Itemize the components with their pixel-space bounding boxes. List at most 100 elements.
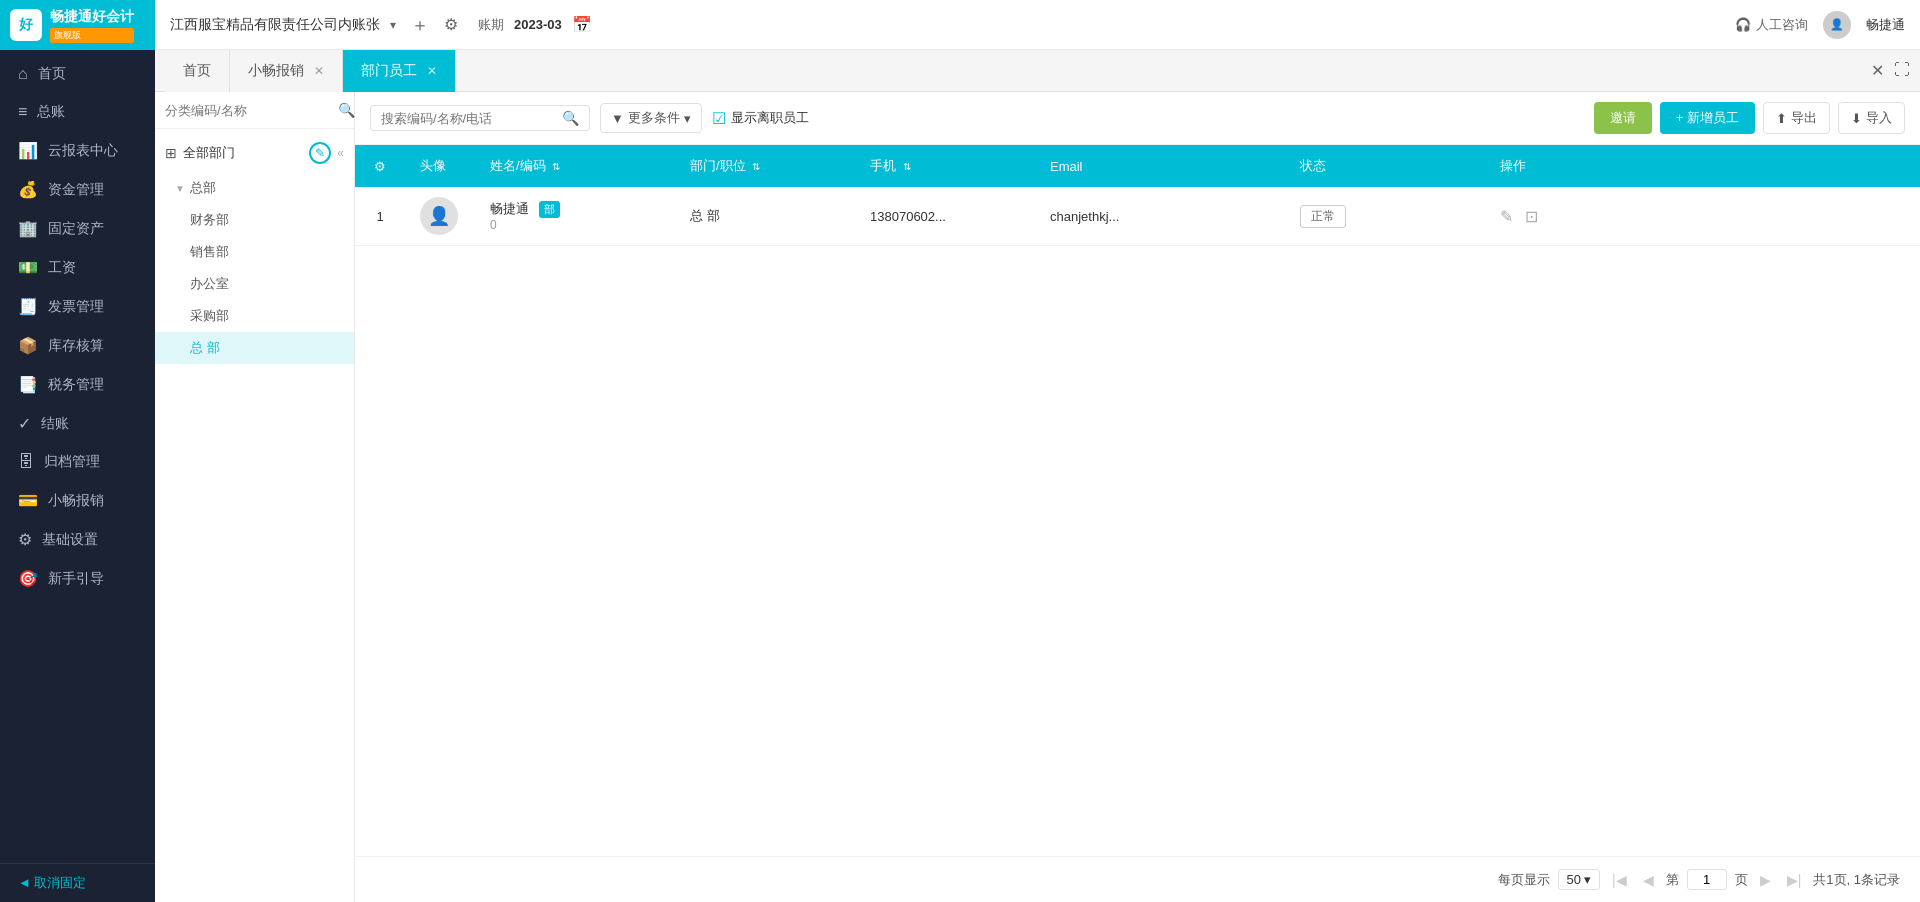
col-settings[interactable]: ⚙ (355, 145, 405, 187)
col-phone[interactable]: 手机 ⇅ (855, 145, 1035, 187)
sidebar-item-label: 小畅报销 (48, 492, 104, 510)
dept-node-general[interactable]: 总 部 (155, 332, 354, 364)
sort-name-icon: ⇅ (552, 161, 560, 172)
first-page-btn[interactable]: |◀ (1608, 870, 1631, 890)
sidebar-item-home[interactable]: ⌂ 首页 (0, 55, 155, 93)
settings-icon: ⚙ (18, 530, 32, 549)
tab-department-close[interactable]: ✕ (427, 64, 437, 78)
sidebar-item-guide[interactable]: 🎯 新手引导 (0, 559, 155, 598)
sidebar-item-funds[interactable]: 💰 资金管理 (0, 170, 155, 209)
collapse-btn[interactable]: « (337, 146, 344, 160)
employee-search-icon[interactable]: 🔍 (562, 110, 579, 126)
cancel-fixed-btn[interactable]: ◄ 取消固定 (0, 863, 155, 902)
prev-page-btn[interactable]: ◀ (1639, 870, 1658, 890)
dept-node-sales[interactable]: 销售部 (155, 236, 354, 268)
dept-node-purchase[interactable]: 采购部 (155, 300, 354, 332)
dept-label: 销售部 (190, 243, 229, 261)
col-dept[interactable]: 部门/职位 ⇅ (675, 145, 855, 187)
col-phone-label: 手机 (870, 158, 896, 173)
guide-icon: 🎯 (18, 569, 38, 588)
page-input[interactable] (1687, 869, 1727, 890)
dept-search-input[interactable] (165, 103, 333, 118)
row-email: chanjethkj... (1035, 187, 1285, 246)
col-avatar: 头像 (405, 145, 475, 187)
dept-search: 🔍 (155, 92, 354, 129)
col-name[interactable]: 姓名/编码 ⇅ (475, 145, 675, 187)
sidebar-item-invoice[interactable]: 🧾 发票管理 (0, 287, 155, 326)
sidebar-item-tax[interactable]: 📑 税务管理 (0, 365, 155, 404)
more-btn[interactable]: ⊡ (1525, 208, 1538, 225)
employee-panel: 🔍 ▼ 更多条件 ▾ ☑ 显示离职员工 邀请 + 新增员工 (355, 92, 1920, 902)
sidebar-item-label: 新手引导 (48, 570, 104, 588)
logo-icon: 好 (10, 9, 42, 41)
expand-tab-btn[interactable]: ⛶ (1894, 61, 1910, 80)
export-btn[interactable]: ⬆ 导出 (1763, 102, 1830, 134)
dept-settings-btn[interactable]: ✎ (309, 142, 331, 164)
invite-btn[interactable]: 邀请 (1594, 102, 1652, 134)
show-resigned-toggle[interactable]: ☑ 显示离职员工 (712, 109, 809, 128)
table-row: 1 👤 畅捷通 部 (355, 187, 1920, 246)
tab-xiaochang-close[interactable]: ✕ (314, 64, 324, 78)
next-page-btn[interactable]: ▶ (1756, 870, 1775, 890)
add-employee-btn[interactable]: + 新增员工 (1660, 102, 1755, 134)
filter-label: 更多条件 (628, 109, 680, 127)
sidebar-item-settlement[interactable]: ✓ 结账 (0, 404, 155, 443)
inventory-icon: 📦 (18, 336, 38, 355)
sidebar-item-assets[interactable]: 🏢 固定资产 (0, 209, 155, 248)
avatar-circle: 👤 (420, 197, 458, 235)
main-area: 江西服宝精品有限责任公司内账张 ▾ ＋ ⚙ 账期 2023-03 📅 🎧 人工咨… (155, 0, 1920, 902)
edit-btn[interactable]: ✎ (1500, 208, 1513, 225)
add-company-btn[interactable]: ＋ (411, 13, 429, 37)
dept-node-office[interactable]: 办公室 (155, 268, 354, 300)
last-page-btn[interactable]: ▶| (1783, 870, 1806, 890)
all-depts-label: 全部部门 (183, 144, 235, 162)
employee-search-input[interactable] (381, 111, 557, 126)
sidebar-item-settings[interactable]: ⚙ 基础设置 (0, 520, 155, 559)
service-btn[interactable]: 🎧 人工咨询 (1735, 16, 1808, 34)
per-page-label: 每页显示 (1498, 871, 1550, 889)
grid-icon: ⊞ (165, 145, 177, 161)
col-dept-label: 部门/职位 (690, 158, 746, 173)
top-right: 🎧 人工咨询 👤 畅捷通 (1735, 11, 1905, 39)
tab-home[interactable]: 首页 (165, 50, 230, 92)
sidebar-item-xiaochang[interactable]: 💳 小畅报销 (0, 481, 155, 520)
period-label: 账期 (478, 16, 504, 34)
dept-label: 总部 (190, 179, 216, 197)
import-btn[interactable]: ⬇ 导入 (1838, 102, 1905, 134)
service-label: 人工咨询 (1756, 16, 1808, 34)
row-dept: 总 部 (675, 187, 855, 246)
calendar-icon[interactable]: 📅 (572, 15, 592, 34)
tab-department[interactable]: 部门员工 ✕ (343, 50, 456, 92)
company-setting-btn[interactable]: ⚙ (444, 15, 458, 34)
sidebar-item-label: 税务管理 (48, 376, 104, 394)
dept-node-finance[interactable]: 财务部 (155, 204, 354, 236)
all-depts-header[interactable]: ⊞ 全部部门 ✎ « (155, 134, 354, 172)
dept-badge: 部 (539, 201, 560, 218)
dept-search-icon[interactable]: 🔍 (338, 102, 355, 118)
tab-xiaochang[interactable]: 小畅报销 ✕ (230, 50, 343, 92)
sidebar-nav: ⌂ 首页 ≡ 总账 📊 云报表中心 💰 资金管理 🏢 固定资产 💵 工资 🧾 发… (0, 50, 155, 863)
filter-btn[interactable]: ▼ 更多条件 ▾ (600, 103, 702, 133)
sidebar-item-inventory[interactable]: 📦 库存核算 (0, 326, 155, 365)
per-page-dropdown-icon: ▾ (1584, 872, 1591, 887)
xiaochang-icon: 💳 (18, 491, 38, 510)
col-settings-icon: ⚙ (374, 159, 386, 174)
close-tab-btn[interactable]: ✕ (1871, 61, 1884, 80)
per-page-select[interactable]: 50 ▾ (1558, 869, 1600, 890)
filter-icon: ▼ (611, 111, 624, 126)
company-dropdown-icon[interactable]: ▾ (390, 18, 396, 32)
sidebar-item-reports[interactable]: 📊 云报表中心 (0, 131, 155, 170)
dept-label: 财务部 (190, 211, 229, 229)
sidebar-item-archive[interactable]: 🗄 归档管理 (0, 443, 155, 481)
sidebar-item-ledger[interactable]: ≡ 总账 (0, 93, 155, 131)
sidebar-item-payroll[interactable]: 💵 工资 (0, 248, 155, 287)
dept-node-hq[interactable]: ▼ 总部 (155, 172, 354, 204)
sidebar-item-label: 基础设置 (42, 531, 98, 549)
edition-tag: 旗舰版 (50, 28, 134, 43)
employee-toolbar: 🔍 ▼ 更多条件 ▾ ☑ 显示离职员工 邀请 + 新增员工 (355, 92, 1920, 145)
tab-bar: 首页 小畅报销 ✕ 部门员工 ✕ ✕ ⛶ (155, 50, 1920, 92)
sidebar-item-label: 云报表中心 (48, 142, 118, 160)
col-email: Email (1035, 145, 1285, 187)
sort-phone-icon: ⇅ (903, 161, 911, 172)
app-name: 畅捷通好会计 (50, 8, 134, 26)
